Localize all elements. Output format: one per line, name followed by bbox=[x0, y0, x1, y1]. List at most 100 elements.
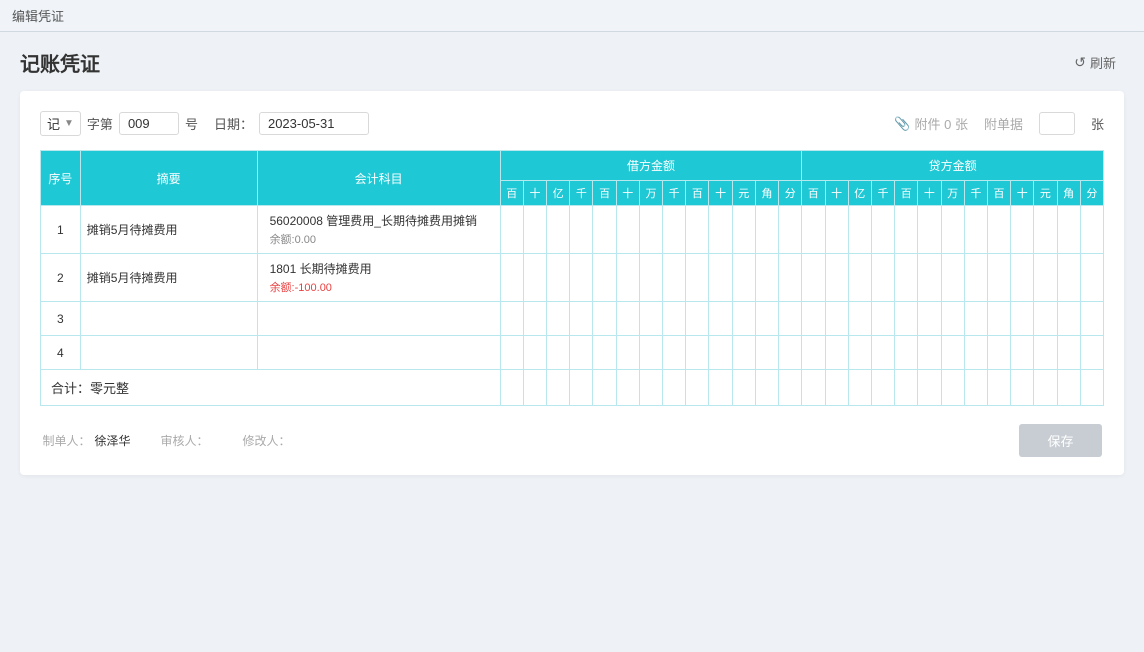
digit-cell[interactable] bbox=[941, 302, 964, 336]
digit-cell[interactable] bbox=[686, 302, 709, 336]
digit-cell[interactable] bbox=[616, 206, 639, 254]
digit-cell[interactable] bbox=[1034, 206, 1057, 254]
row-account[interactable] bbox=[257, 336, 500, 370]
digit-cell[interactable] bbox=[1011, 336, 1034, 370]
digit-cell[interactable] bbox=[547, 206, 570, 254]
digit-cell[interactable] bbox=[848, 302, 871, 336]
digit-cell[interactable] bbox=[1080, 302, 1103, 336]
digit-cell[interactable] bbox=[871, 302, 894, 336]
digit-cell[interactable] bbox=[639, 302, 662, 336]
digit-cell[interactable] bbox=[570, 254, 593, 302]
digit-cell[interactable] bbox=[918, 336, 941, 370]
digit-cell[interactable] bbox=[686, 336, 709, 370]
digit-cell[interactable] bbox=[1011, 302, 1034, 336]
digit-cell[interactable] bbox=[755, 336, 778, 370]
digit-cell[interactable] bbox=[523, 254, 546, 302]
voucher-number-input[interactable] bbox=[119, 112, 179, 135]
digit-cell[interactable] bbox=[1057, 254, 1080, 302]
row-account[interactable]: 56020008 管理费用_长期待摊费用摊销余额:0.00 bbox=[257, 206, 500, 254]
digit-cell[interactable] bbox=[825, 206, 848, 254]
digit-cell[interactable] bbox=[941, 336, 964, 370]
digit-cell[interactable] bbox=[616, 254, 639, 302]
digit-cell[interactable] bbox=[755, 206, 778, 254]
digit-cell[interactable] bbox=[500, 336, 523, 370]
digit-cell[interactable] bbox=[500, 254, 523, 302]
row-account[interactable]: 1801 长期待摊费用余额:-100.00 bbox=[257, 254, 500, 302]
digit-cell[interactable] bbox=[547, 336, 570, 370]
digit-cell[interactable] bbox=[895, 336, 918, 370]
digit-cell[interactable] bbox=[663, 302, 686, 336]
digit-cell[interactable] bbox=[964, 302, 987, 336]
digit-cell[interactable] bbox=[593, 206, 616, 254]
digit-cell[interactable] bbox=[523, 302, 546, 336]
digit-cell[interactable] bbox=[825, 254, 848, 302]
row-summary[interactable]: 摊销5月待摊费用 bbox=[80, 254, 257, 302]
digit-cell[interactable] bbox=[1034, 302, 1057, 336]
digit-cell[interactable] bbox=[987, 336, 1010, 370]
digit-cell[interactable] bbox=[848, 254, 871, 302]
digit-cell[interactable] bbox=[918, 206, 941, 254]
digit-cell[interactable] bbox=[663, 206, 686, 254]
digit-cell[interactable] bbox=[871, 206, 894, 254]
digit-cell[interactable] bbox=[500, 206, 523, 254]
digit-cell[interactable] bbox=[802, 206, 825, 254]
digit-cell[interactable] bbox=[686, 254, 709, 302]
digit-cell[interactable] bbox=[964, 206, 987, 254]
digit-cell[interactable] bbox=[987, 254, 1010, 302]
digit-cell[interactable] bbox=[1057, 302, 1080, 336]
digit-cell[interactable] bbox=[895, 302, 918, 336]
refresh-button[interactable]: ↺ 刷新 bbox=[1066, 49, 1124, 76]
digit-cell[interactable] bbox=[779, 254, 802, 302]
digit-cell[interactable] bbox=[593, 254, 616, 302]
digit-cell[interactable] bbox=[779, 336, 802, 370]
digit-cell[interactable] bbox=[732, 336, 755, 370]
digit-cell[interactable] bbox=[1080, 254, 1103, 302]
digit-cell[interactable] bbox=[709, 302, 732, 336]
digit-cell[interactable] bbox=[871, 336, 894, 370]
digit-cell[interactable] bbox=[964, 254, 987, 302]
digit-cell[interactable] bbox=[547, 302, 570, 336]
digit-cell[interactable] bbox=[639, 254, 662, 302]
digit-cell[interactable] bbox=[941, 254, 964, 302]
digit-cell[interactable] bbox=[593, 302, 616, 336]
digit-cell[interactable] bbox=[1080, 206, 1103, 254]
digit-cell[interactable] bbox=[1011, 206, 1034, 254]
digit-cell[interactable] bbox=[1080, 336, 1103, 370]
digit-cell[interactable] bbox=[848, 206, 871, 254]
digit-cell[interactable] bbox=[918, 254, 941, 302]
digit-cell[interactable] bbox=[709, 206, 732, 254]
digit-cell[interactable] bbox=[570, 302, 593, 336]
digit-cell[interactable] bbox=[500, 302, 523, 336]
attach-link[interactable]: 📎 附件 0 张 bbox=[894, 114, 968, 133]
digit-cell[interactable] bbox=[779, 302, 802, 336]
row-summary[interactable] bbox=[80, 336, 257, 370]
row-summary[interactable] bbox=[80, 302, 257, 336]
digit-cell[interactable] bbox=[964, 336, 987, 370]
digit-cell[interactable] bbox=[547, 254, 570, 302]
zhang-input[interactable] bbox=[1039, 112, 1075, 135]
digit-cell[interactable] bbox=[1034, 336, 1057, 370]
digit-cell[interactable] bbox=[732, 302, 755, 336]
digit-cell[interactable] bbox=[686, 206, 709, 254]
digit-cell[interactable] bbox=[616, 336, 639, 370]
digit-cell[interactable] bbox=[755, 254, 778, 302]
digit-cell[interactable] bbox=[941, 206, 964, 254]
digit-cell[interactable] bbox=[1011, 254, 1034, 302]
attach-single-label[interactable]: 附单据 bbox=[984, 114, 1023, 133]
digit-cell[interactable] bbox=[639, 206, 662, 254]
digit-cell[interactable] bbox=[709, 254, 732, 302]
digit-cell[interactable] bbox=[616, 302, 639, 336]
digit-cell[interactable] bbox=[732, 206, 755, 254]
digit-cell[interactable] bbox=[802, 254, 825, 302]
digit-cell[interactable] bbox=[570, 206, 593, 254]
row-account[interactable] bbox=[257, 302, 500, 336]
digit-cell[interactable] bbox=[848, 336, 871, 370]
digit-cell[interactable] bbox=[732, 254, 755, 302]
save-button[interactable]: 保存 bbox=[1019, 424, 1101, 457]
digit-cell[interactable] bbox=[825, 336, 848, 370]
digit-cell[interactable] bbox=[709, 336, 732, 370]
date-input[interactable] bbox=[259, 112, 369, 135]
digit-cell[interactable] bbox=[523, 336, 546, 370]
digit-cell[interactable] bbox=[802, 302, 825, 336]
type-select[interactable]: 记 ▼ bbox=[40, 111, 81, 136]
